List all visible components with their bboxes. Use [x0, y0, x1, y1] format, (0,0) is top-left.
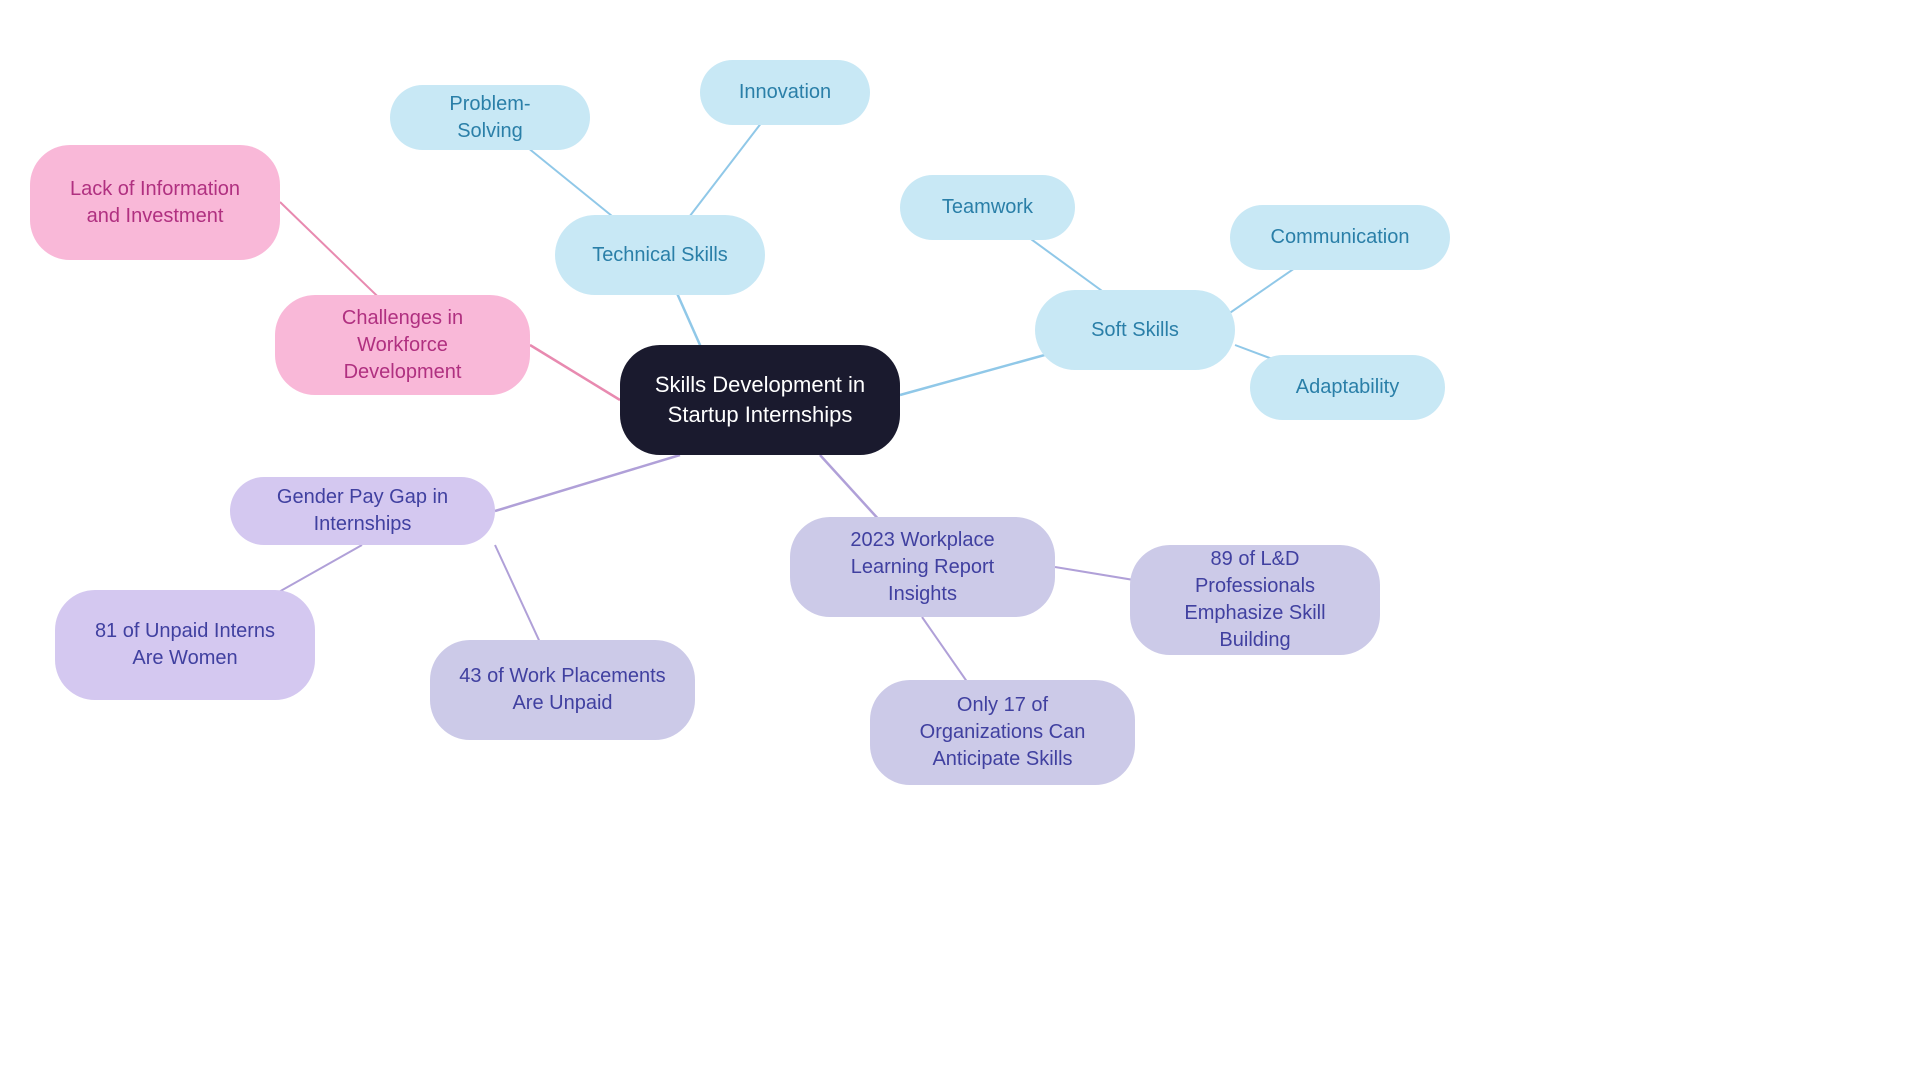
technical-skills-node: Technical Skills [555, 215, 765, 295]
communication-label: Communication [1271, 224, 1410, 251]
innovation-node: Innovation [700, 60, 870, 125]
innovation-label: Innovation [739, 79, 831, 106]
soft-skills-label: Soft Skills [1091, 317, 1179, 344]
gender-pay-gap-node: Gender Pay Gap in Internships [230, 477, 495, 545]
ld-professionals-label: 89 of L&D Professionals Emphasize Skill … [1158, 546, 1352, 654]
unpaid-interns-node: 81 of Unpaid Interns Are Women [55, 590, 315, 700]
ld-professionals-node: 89 of L&D Professionals Emphasize Skill … [1130, 545, 1380, 655]
challenges-node: Challenges in Workforce Development [275, 295, 530, 395]
work-placements-label: 43 of Work Placements Are Unpaid [458, 663, 667, 717]
organizations-node: Only 17 of Organizations Can Anticipate … [870, 680, 1135, 785]
gender-pay-gap-label: Gender Pay Gap in Internships [258, 484, 467, 538]
adaptability-node: Adaptability [1250, 355, 1445, 420]
work-placements-node: 43 of Work Placements Are Unpaid [430, 640, 695, 740]
communication-node: Communication [1230, 205, 1450, 270]
soft-skills-node: Soft Skills [1035, 290, 1235, 370]
technical-skills-label: Technical Skills [592, 242, 728, 269]
workplace-learning-label: 2023 Workplace Learning Report Insights [818, 527, 1027, 608]
teamwork-label: Teamwork [942, 194, 1033, 221]
adaptability-label: Adaptability [1296, 374, 1399, 401]
workplace-learning-node: 2023 Workplace Learning Report Insights [790, 517, 1055, 617]
challenges-label: Challenges in Workforce Development [303, 305, 502, 386]
lack-of-information-node: Lack of Information and Investment [30, 145, 280, 260]
problem-solving-node: Problem-Solving [390, 85, 590, 150]
lack-of-information-label: Lack of Information and Investment [58, 176, 252, 230]
center-label: Skills Development in Startup Internship… [648, 370, 872, 429]
problem-solving-label: Problem-Solving [418, 91, 562, 145]
organizations-label: Only 17 of Organizations Can Anticipate … [898, 692, 1107, 773]
center-node: Skills Development in Startup Internship… [620, 345, 900, 455]
teamwork-node: Teamwork [900, 175, 1075, 240]
unpaid-interns-label: 81 of Unpaid Interns Are Women [83, 618, 287, 672]
